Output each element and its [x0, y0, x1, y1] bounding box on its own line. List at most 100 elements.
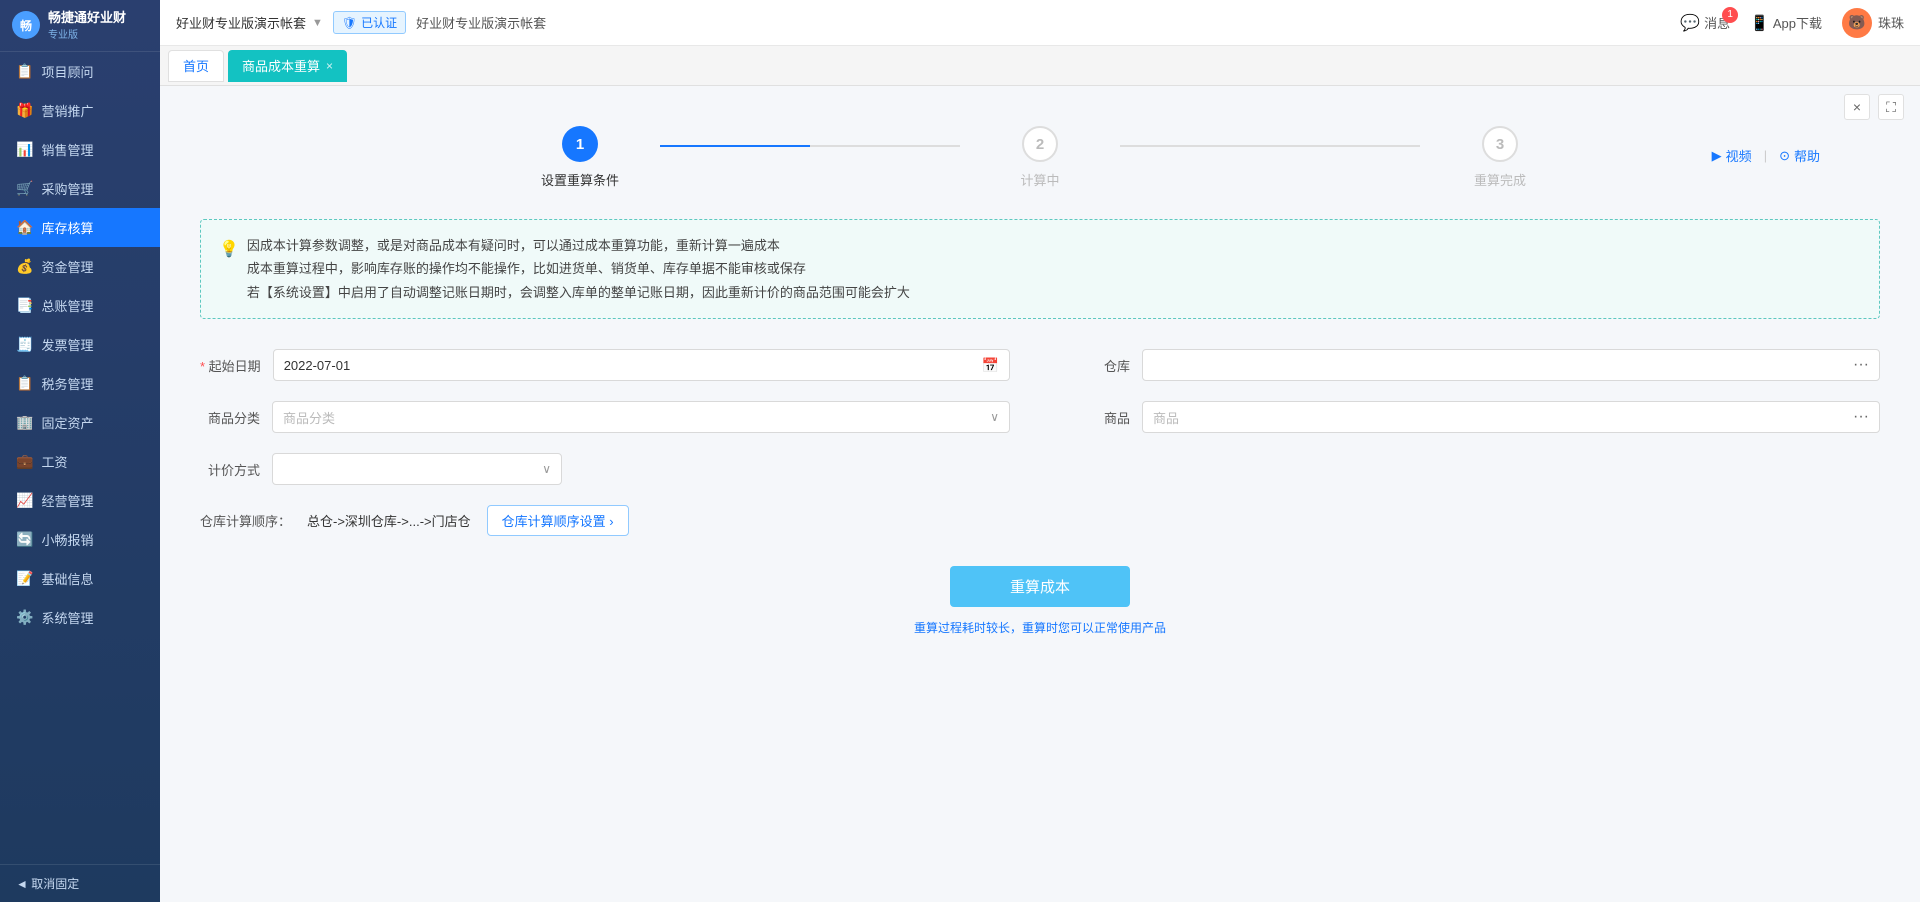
start-date-input[interactable]: 2022-07-01 📅	[273, 349, 1010, 381]
goods-placeholder: 商品	[1153, 408, 1179, 427]
sidebar-item-project[interactable]: 📋 项目顾问	[0, 52, 160, 91]
help-icon: ⊙	[1779, 148, 1790, 164]
tab-close-icon[interactable]: ×	[326, 59, 333, 73]
sidebar-label-marketing: 营销推广	[41, 101, 93, 120]
sidebar-icon-system: ⚙️	[16, 609, 33, 626]
help-link[interactable]: ⊙ 帮助	[1779, 146, 1820, 165]
info-box: 💡 因成本计算参数调整，或是对商品成本有疑问时，可以通过成本重算功能，重新计算一…	[200, 219, 1880, 319]
warehouse-input[interactable]: ···	[1142, 349, 1880, 381]
verified-text: 已认证	[361, 14, 397, 31]
sidebar-item-finance[interactable]: 💰 资金管理	[0, 247, 160, 286]
step-2: 2 计算中	[960, 126, 1120, 189]
sidebar-label-basic: 基础信息	[41, 569, 93, 588]
pricing-arrow: ∨	[542, 462, 551, 476]
warehouse-dots[interactable]: ···	[1853, 356, 1869, 374]
sidebar-item-operations[interactable]: 📈 经营管理	[0, 481, 160, 520]
close-icon: ×	[1853, 99, 1861, 115]
tab-recalc-label: 商品成本重算	[242, 56, 320, 75]
sidebar-label-finance: 资金管理	[41, 257, 93, 276]
category-arrow: ∨	[990, 410, 999, 424]
goods-input[interactable]: 商品 ···	[1142, 401, 1880, 433]
step-3: 3 重算完成	[1420, 126, 1580, 189]
sidebar-item-sales[interactable]: 📊 销售管理	[0, 130, 160, 169]
content-area: × ⛶ ▶ 视频 | ⊙ 帮助 1	[160, 86, 1920, 902]
pricing-row: 计价方式 ∨	[200, 453, 1880, 485]
category-input[interactable]: 商品分类 ∨	[272, 401, 1010, 433]
step-line-2	[1120, 145, 1420, 147]
pricing-input[interactable]: ∨	[272, 453, 562, 485]
sidebar-label-accounting: 总账管理	[41, 296, 93, 315]
warehouse-order-settings-btn[interactable]: 仓库计算顺序设置 ›	[487, 505, 629, 536]
sidebar-icon-marketing: 🎁	[16, 102, 33, 119]
sidebar-icon-accounting: 📑	[16, 297, 33, 314]
sidebar-item-assets[interactable]: 🏢 固定资产	[0, 403, 160, 442]
tab-home[interactable]: 首页	[168, 50, 224, 82]
sidebar-icon-sales: 📊	[16, 141, 33, 158]
goods-label: 商品	[1070, 408, 1130, 427]
account-selector[interactable]: 好业财专业版演示帐套 ▼	[176, 13, 323, 32]
sidebar-item-accounting[interactable]: 📑 总账管理	[0, 286, 160, 325]
step-line-1	[660, 145, 960, 147]
user-avatar: 🐻	[1842, 8, 1872, 38]
goods-dots[interactable]: ···	[1853, 408, 1869, 426]
sidebar-item-marketing[interactable]: 🎁 营销推广	[0, 91, 160, 130]
submit-note: 重算过程耗时较长，重算时您可以正常使用产品	[914, 619, 1166, 636]
step-3-num: 3	[1496, 136, 1504, 153]
sidebar-item-basic[interactable]: 📝 基础信息	[0, 559, 160, 598]
sidebar-icon-salary: 💼	[16, 453, 33, 470]
step-1-circle: 1	[562, 126, 598, 162]
sidebar-item-expense[interactable]: 🔄 小畅报销	[0, 520, 160, 559]
sidebar-item-invoice[interactable]: 🧾 发票管理	[0, 325, 160, 364]
category-placeholder: 商品分类	[283, 408, 335, 427]
account-arrow: ▼	[312, 17, 323, 29]
step-2-num: 2	[1036, 136, 1044, 153]
step-1: 1 设置重算条件	[500, 126, 660, 189]
sidebar-icon-assets: 🏢	[16, 414, 33, 431]
sidebar-logo: 畅 畅捷通好业财 专业版	[0, 0, 160, 52]
sidebar-item-tax[interactable]: 📋 税务管理	[0, 364, 160, 403]
sidebar-icon-tax: 📋	[16, 375, 33, 392]
warehouse-row: 仓库 ···	[1070, 349, 1880, 381]
message-btn[interactable]: 💬 消息 1	[1680, 13, 1730, 33]
info-line-3: 若【系统设置】中启用了自动调整记账日期时，会调整入库单的整单记账日期，因此重新计…	[247, 281, 910, 304]
sidebar-item-inventory[interactable]: 🏠 库存核算	[0, 208, 160, 247]
sidebar-icon-invoice: 🧾	[16, 336, 33, 353]
video-help-link[interactable]: ▶ 视频	[1712, 146, 1752, 165]
close-window-btn[interactable]: ×	[1844, 94, 1870, 120]
topbar-actions: 💬 消息 1 📱 App下载 🐻 珠珠	[1680, 8, 1904, 38]
tabbar: 首页 商品成本重算 ×	[160, 46, 1920, 86]
tab-recalc[interactable]: 商品成本重算 ×	[228, 50, 347, 82]
step-3-circle: 3	[1482, 126, 1518, 162]
sidebar-unpin[interactable]: ◄ 取消固定	[0, 864, 160, 902]
sidebar-label-purchase: 采购管理	[41, 179, 93, 198]
sidebar-item-salary[interactable]: 💼 工资	[0, 442, 160, 481]
category-label: 商品分类	[200, 408, 260, 427]
sidebar-label-inventory: 库存核算	[41, 218, 93, 237]
unpin-label: ◄ 取消固定	[16, 875, 79, 892]
start-date-value: 2022-07-01	[284, 358, 351, 373]
corner-buttons: × ⛶	[1844, 94, 1904, 120]
warehouse-order-btn-label: 仓库计算顺序设置 ›	[502, 511, 614, 530]
sidebar-label-project: 项目顾问	[41, 62, 93, 81]
sidebar: 畅 畅捷通好业财 专业版 📋 项目顾问 🎁 营销推广 📊 销售管理 🛒 采购管理…	[0, 0, 160, 902]
step-3-label: 重算完成	[1474, 170, 1526, 189]
user-profile[interactable]: 🐻 珠珠	[1842, 8, 1904, 38]
expand-btn[interactable]: ⛶	[1878, 94, 1904, 120]
submit-area: 重算成本 重算过程耗时较长，重算时您可以正常使用产品	[200, 566, 1880, 636]
app-download-btn[interactable]: 📱 App下载	[1750, 13, 1822, 32]
app-download-label: App下载	[1773, 13, 1822, 32]
pricing-label: 计价方式	[200, 460, 260, 479]
step-1-label: 设置重算条件	[541, 170, 619, 189]
sidebar-icon-basic: 📝	[16, 570, 33, 587]
sidebar-item-system[interactable]: ⚙️ 系统管理	[0, 598, 160, 637]
sidebar-item-purchase[interactable]: 🛒 采购管理	[0, 169, 160, 208]
sidebar-icon-inventory: 🏠	[16, 219, 33, 236]
step-2-circle: 2	[1022, 126, 1058, 162]
sidebar-icon-operations: 📈	[16, 492, 33, 509]
recalculate-btn[interactable]: 重算成本	[950, 566, 1130, 607]
form-grid: 起始日期 2022-07-01 📅 仓库 ··· 商品分类 商品分类 ∨	[200, 349, 1880, 433]
phone-icon: 📱	[1750, 14, 1769, 32]
expand-icon: ⛶	[1886, 99, 1896, 116]
warehouse-order-value: 总仓->深圳仓库->...->门店仓	[307, 511, 471, 530]
category-row: 商品分类 商品分类 ∨	[200, 401, 1010, 433]
